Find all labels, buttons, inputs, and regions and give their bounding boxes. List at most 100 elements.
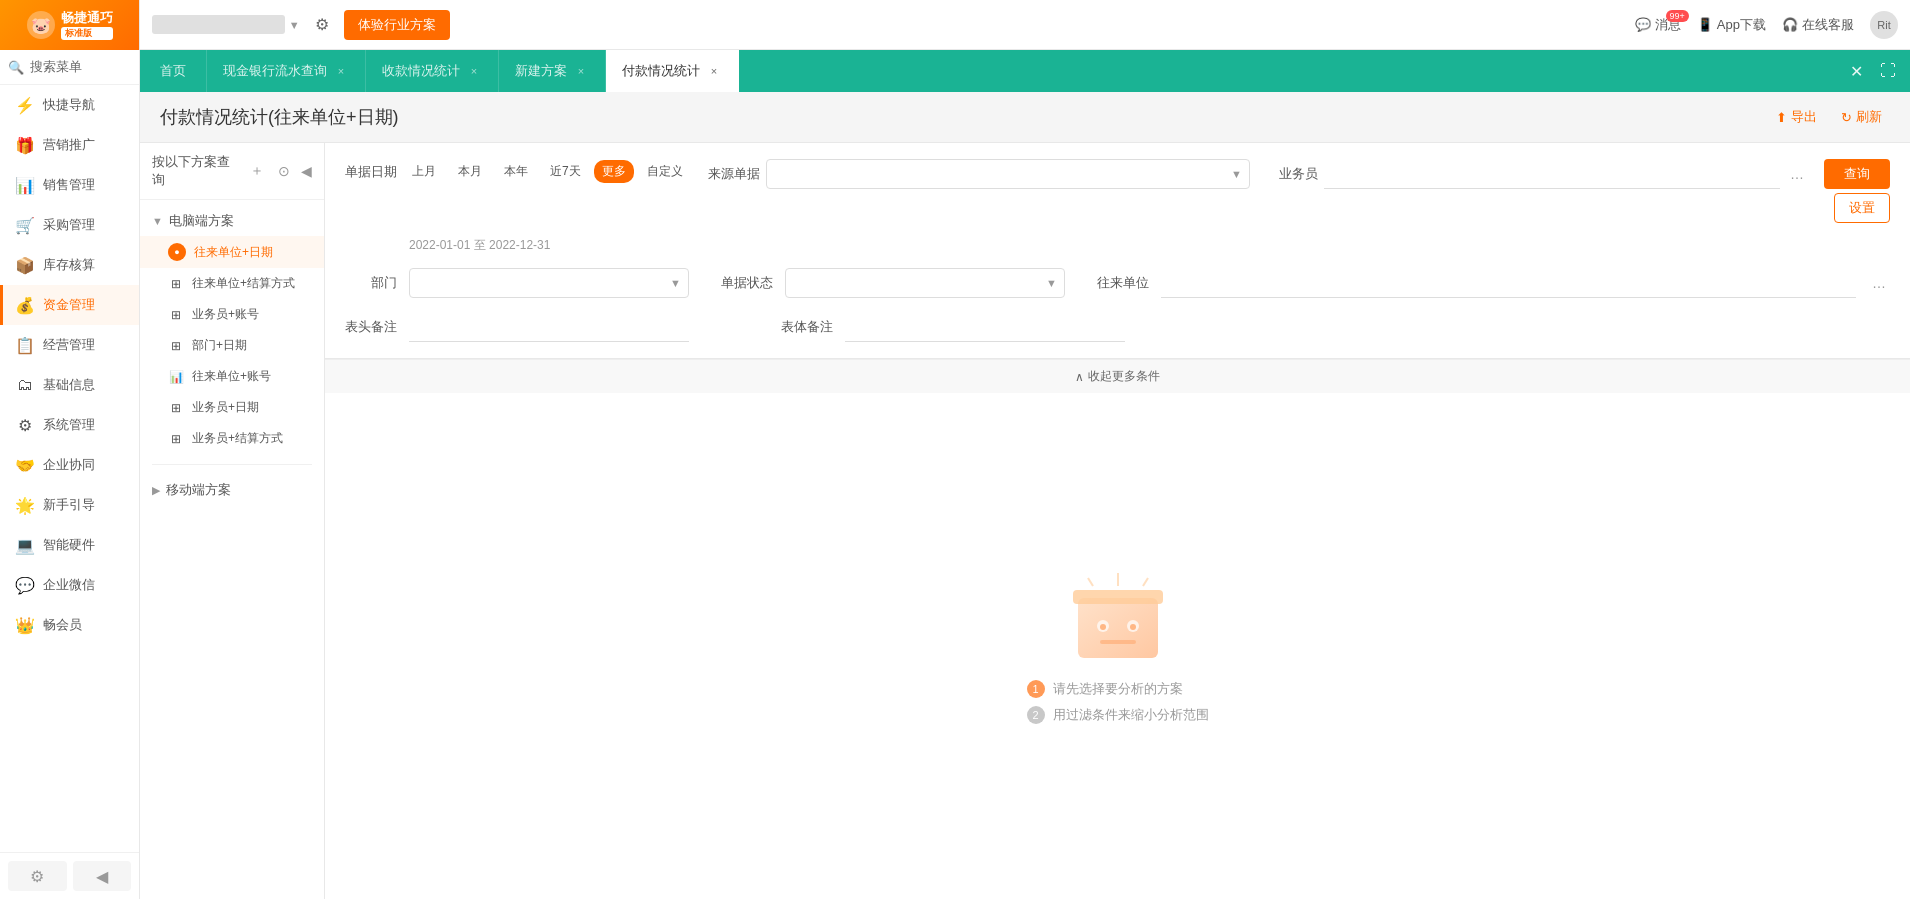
date-buttons: 上月 本月 本年 近7天 更多 自定义 — [403, 159, 692, 184]
sidebar-logo: 🐷 畅捷通巧 标准版 — [0, 0, 139, 50]
messages-btn[interactable]: 💬 消息 99+ — [1635, 16, 1681, 34]
scheme-item-label: 往来单位+日期 — [194, 244, 273, 261]
stock-icon: 📦 — [15, 255, 35, 275]
refresh-btn[interactable]: ↻ 刷新 — [1833, 104, 1890, 130]
close-all-tabs-btn[interactable]: ✕ — [1842, 57, 1870, 85]
scheme-icon: 📊 — [168, 369, 184, 385]
app-download-label: App下载 — [1717, 16, 1766, 34]
scheme-collapse-btn[interactable]: ◀ — [301, 163, 312, 179]
search-icon: 🔍 — [8, 60, 24, 75]
new-scheme-tab-close[interactable]: × — [573, 63, 589, 79]
sidebar-item-label: 营销推广 — [43, 136, 95, 154]
scheme-add-btn[interactable]: ＋ — [246, 160, 267, 182]
partner-input[interactable] — [1161, 268, 1856, 298]
hardware-icon: 💻 — [15, 535, 35, 555]
hint-2-text: 用过滤条件来缩小分析范围 — [1053, 706, 1209, 724]
scheme-section-mobile-header[interactable]: ▶ 移动端方案 — [140, 475, 324, 505]
last-7-btn[interactable]: 近7天 — [541, 159, 590, 184]
scheme-settings-btn[interactable]: ⊙ — [274, 160, 295, 182]
collapse-more-btn[interactable]: ∧ 收起更多条件 — [325, 359, 1910, 393]
bank-tab-close[interactable]: × — [333, 63, 349, 79]
topbar-settings-btn[interactable]: ⚙ — [308, 11, 336, 39]
hint-num-1: 1 — [1027, 680, 1045, 698]
dept-select-wrapper: ▼ — [409, 268, 689, 298]
scheme-item-unit-date[interactable]: ● 往来单位+日期 — [140, 236, 324, 268]
user-avatar[interactable]: Rit — [1870, 11, 1898, 39]
trial-btn[interactable]: 体验行业方案 — [344, 10, 450, 40]
body-note-input[interactable] — [845, 312, 1125, 342]
date-filter-label: 单据日期 — [345, 163, 397, 181]
this-month-btn[interactable]: 本月 — [449, 159, 491, 184]
sidebar-item-fund[interactable]: 💰 资金管理 — [0, 285, 139, 325]
tab-pay-stat[interactable]: 付款情况统计 × — [606, 50, 739, 92]
scheme-item-unit-account[interactable]: 📊 往来单位+账号 — [140, 361, 324, 392]
export-btn[interactable]: ⬆ 导出 — [1768, 104, 1825, 130]
sidebar-item-guide[interactable]: 🌟 新手引导 — [0, 485, 139, 525]
empty-hint-1: 1 请先选择要分析的方案 — [1027, 680, 1209, 698]
bank-tab-label: 现金银行流水查询 — [223, 62, 327, 80]
collapse-sidebar-btn[interactable]: ◀ — [73, 861, 132, 891]
logo-sub: 标准版 — [61, 27, 113, 40]
sidebar-item-quick-nav[interactable]: ⚡ 快捷导航 — [0, 85, 139, 125]
header-note-input[interactable] — [409, 312, 689, 342]
source-doc-select-wrapper: ▼ — [766, 159, 1250, 189]
source-doc-select[interactable] — [766, 159, 1250, 189]
scheme-item-label: 业务员+日期 — [192, 399, 259, 416]
sidebar-item-label: 基础信息 — [43, 376, 95, 394]
sidebar-item-purchase[interactable]: 🛒 采购管理 — [0, 205, 139, 245]
sidebar-item-label: 企业协同 — [43, 456, 95, 474]
query-btn[interactable]: 查询 — [1824, 159, 1890, 189]
sidebar-item-marketing[interactable]: 🎁 营销推广 — [0, 125, 139, 165]
pay-stat-tab-close[interactable]: × — [706, 63, 722, 79]
staff-more-btn[interactable]: … — [1786, 166, 1808, 182]
sidebar-item-system[interactable]: ⚙ 系统管理 — [0, 405, 139, 445]
company-selector[interactable]: company ▼ — [152, 15, 300, 34]
last-month-btn[interactable]: 上月 — [403, 159, 445, 184]
tab-home[interactable]: 首页 — [140, 50, 207, 92]
this-year-btn[interactable]: 本年 — [495, 159, 537, 184]
sales-icon: 📊 — [15, 175, 35, 195]
partner-more-btn[interactable]: … — [1868, 275, 1890, 291]
sidebar-item-member[interactable]: 👑 畅会员 — [0, 605, 139, 645]
sidebar-item-label: 资金管理 — [43, 296, 95, 314]
member-icon: 👑 — [15, 615, 35, 635]
search-menu[interactable]: 🔍 搜索菜单 — [0, 50, 139, 85]
empty-illustration — [1058, 568, 1178, 668]
sidebar-item-hardware[interactable]: 💻 智能硬件 — [0, 525, 139, 565]
filter-settings-btn[interactable]: 设置 — [1834, 193, 1890, 223]
refresh-label: 刷新 — [1856, 108, 1882, 126]
doc-status-label: 单据状态 — [721, 274, 773, 292]
sidebar-item-enterprise[interactable]: 🤝 企业协同 — [0, 445, 139, 485]
sidebar-item-basic[interactable]: 🗂 基础信息 — [0, 365, 139, 405]
dept-select[interactable] — [409, 268, 689, 298]
sidebar-item-operation[interactable]: 📋 经营管理 — [0, 325, 139, 365]
tab-new-scheme[interactable]: 新建方案 × — [499, 50, 606, 92]
scheme-item-dept-date[interactable]: ⊞ 部门+日期 — [140, 330, 324, 361]
scheme-item-staff-account[interactable]: ⊞ 业务员+账号 — [140, 299, 324, 330]
tabbar-right-actions: ✕ ⛶ — [1834, 50, 1910, 92]
sidebar-item-wechat[interactable]: 💬 企业微信 — [0, 565, 139, 605]
tab-bank[interactable]: 现金银行流水查询 × — [207, 50, 366, 92]
scheme-item-staff-date[interactable]: ⊞ 业务员+日期 — [140, 392, 324, 423]
mobile-section-label: 移动端方案 — [166, 481, 231, 499]
online-support-btn[interactable]: 🎧 在线客服 — [1782, 16, 1854, 34]
sidebar-item-sales[interactable]: 📊 销售管理 — [0, 165, 139, 205]
settings-footer-btn[interactable]: ⚙ — [8, 861, 67, 891]
doc-status-select[interactable] — [785, 268, 1065, 298]
header-note-label: 表头备注 — [345, 318, 397, 336]
staff-select-wrapper — [1324, 159, 1780, 189]
scheme-item-staff-settle[interactable]: ⊞ 业务员+结算方式 — [140, 423, 324, 454]
scheme-section-pc-header[interactable]: ▼ 电脑端方案 — [140, 206, 324, 236]
custom-date-btn[interactable]: 自定义 — [638, 159, 692, 184]
scheme-item-unit-settle[interactable]: ⊞ 往来单位+结算方式 — [140, 268, 324, 299]
app-download-btn[interactable]: 📱 App下载 — [1697, 16, 1766, 34]
more-date-btn[interactable]: 更多 — [594, 160, 634, 183]
partner-label: 往来单位 — [1097, 274, 1149, 292]
payment-stat-tab-close[interactable]: × — [466, 63, 482, 79]
sidebar-item-label: 库存核算 — [43, 256, 95, 274]
tab-payment-stat[interactable]: 收款情况统计 × — [366, 50, 499, 92]
expand-tab-btn[interactable]: ⛶ — [1874, 57, 1902, 85]
logo-icon: 🐷 — [27, 11, 55, 39]
sidebar-item-stock[interactable]: 📦 库存核算 — [0, 245, 139, 285]
staff-input[interactable] — [1324, 159, 1780, 189]
